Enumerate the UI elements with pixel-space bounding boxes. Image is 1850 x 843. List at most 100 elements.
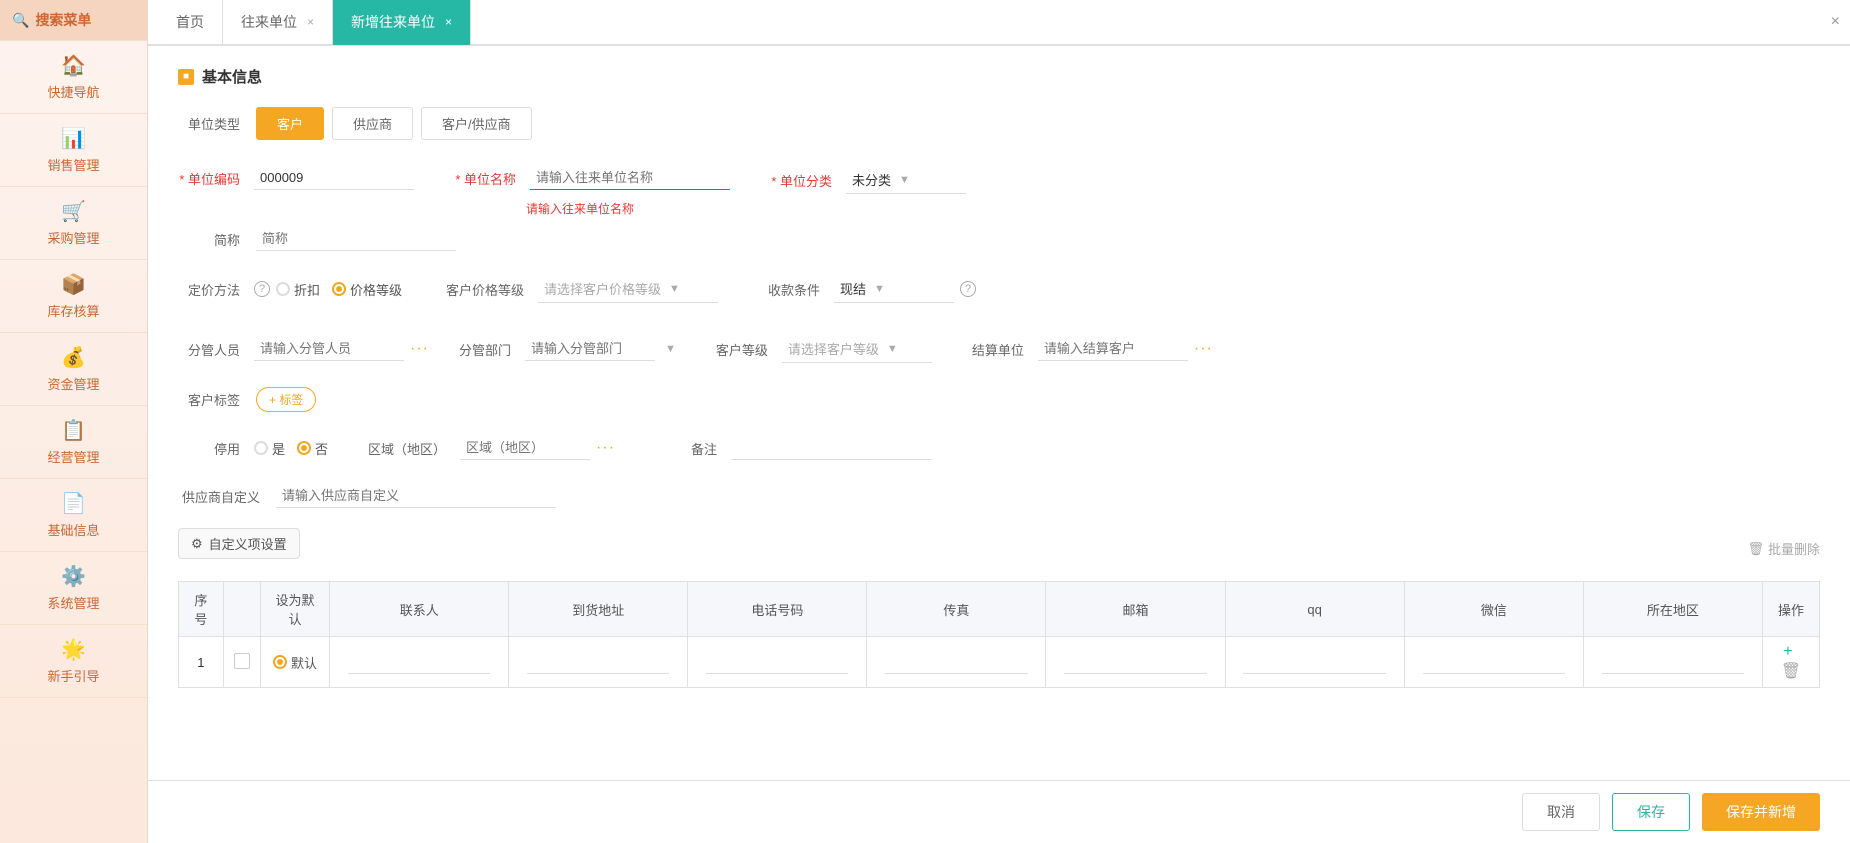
section-title: ■ 基本信息 xyxy=(178,66,1820,87)
sidebar-item-label: 搜索菜单 xyxy=(35,10,91,30)
col-default: 设为默认 xyxy=(260,582,329,637)
cell-action: + 🗑 xyxy=(1762,637,1819,688)
chevron-down-icon: ▼ xyxy=(874,283,885,295)
radio-price-level[interactable]: 价格等级 xyxy=(332,280,402,299)
close-tab-partners[interactable]: × xyxy=(307,15,314,29)
sidebar-item-system[interactable]: ⚙️ 系统管理 xyxy=(0,552,147,625)
sidebar-item-label: 新手引导 xyxy=(47,666,99,685)
doc-icon: 📄 xyxy=(61,491,86,516)
dept-chevron-icon: ▼ xyxy=(665,343,676,355)
tab-label: 往来单位 xyxy=(241,12,297,32)
short-name-row: 简称 xyxy=(178,227,1820,251)
short-name-label: 简称 xyxy=(178,230,248,249)
customer-level-select[interactable]: 请选择客户等级 ▼ xyxy=(782,335,932,363)
star-icon: 🌟 xyxy=(61,637,86,662)
save-new-button[interactable]: 保存并新增 xyxy=(1702,793,1820,831)
radio-price-level-circle xyxy=(332,282,346,296)
cell-fax[interactable] xyxy=(867,637,1046,688)
sidebar-item-label: 资金管理 xyxy=(47,374,99,393)
dept-label: 分管部门 xyxy=(459,340,519,359)
box-icon: 📦 xyxy=(61,272,86,297)
settlement-more-btn[interactable]: ··· xyxy=(1194,340,1213,358)
save-button[interactable]: 保存 xyxy=(1612,793,1690,831)
close-tab-new-partner[interactable]: × xyxy=(445,15,452,29)
cell-region[interactable] xyxy=(1583,637,1762,688)
add-tag-btn[interactable]: + 标签 xyxy=(256,387,316,412)
cell-wechat[interactable] xyxy=(1404,637,1583,688)
delete-row-btn[interactable]: 🗑 xyxy=(1781,663,1801,680)
col-contact: 联系人 xyxy=(330,582,509,637)
type-supplier-btn[interactable]: 供应商 xyxy=(332,107,413,140)
tab-home[interactable]: 首页 xyxy=(158,0,223,45)
radio-discount[interactable]: 折扣 xyxy=(276,280,320,299)
customer-price-level-select[interactable]: 请选择客户价格等级 ▼ xyxy=(538,275,718,303)
payment-help-icon[interactable]: ? xyxy=(960,281,976,297)
bottom-bar: 取消 保存 保存并新增 xyxy=(148,780,1850,843)
radio-yes[interactable]: 是 xyxy=(254,439,285,458)
manager-more-btn[interactable]: ··· xyxy=(410,340,429,358)
unit-code-input[interactable] xyxy=(254,166,414,190)
home-icon: 🏠 xyxy=(61,53,86,78)
sidebar-item-search[interactable]: 🔍 搜索菜单 xyxy=(0,0,147,41)
dept-input[interactable] xyxy=(525,337,655,361)
unit-code-field: * 单位编码 xyxy=(178,158,414,198)
settlement-input[interactable] xyxy=(1038,337,1188,361)
tab-bar: 首页 往来单位 × 新增往来单位 × × xyxy=(148,0,1850,46)
cell-contact[interactable] xyxy=(330,637,509,688)
sidebar-item-purchase[interactable]: 🛒 采购管理 xyxy=(0,187,147,260)
sidebar-item-guide[interactable]: 🌟 新手引导 xyxy=(0,625,147,698)
type-both-btn[interactable]: 客户/供应商 xyxy=(421,107,532,140)
supplier-custom-input[interactable] xyxy=(276,484,556,508)
sidebar-item-finance[interactable]: 💰 资金管理 xyxy=(0,333,147,406)
tab-partners[interactable]: 往来单位 × xyxy=(223,0,333,45)
chevron-down-icon: ▼ xyxy=(887,343,898,355)
sidebar-item-label: 采购管理 xyxy=(47,228,99,247)
type-customer-btn[interactable]: 客户 xyxy=(256,107,324,140)
radio-yes-label: 是 xyxy=(272,439,285,458)
region-more-btn[interactable]: ··· xyxy=(596,439,615,457)
customer-level-label: 客户等级 xyxy=(706,340,776,359)
sidebar-item-basic-info[interactable]: 📄 基础信息 xyxy=(0,479,147,552)
cancel-button[interactable]: 取消 xyxy=(1522,793,1600,831)
region-input[interactable] xyxy=(460,436,590,460)
sidebar-item-quick-nav[interactable]: 🏠 快捷导航 xyxy=(0,41,147,114)
close-all-tabs[interactable]: × xyxy=(1831,13,1840,31)
radio-no-label: 否 xyxy=(315,439,328,458)
payment-terms-select[interactable]: 现结 ▼ xyxy=(834,275,954,303)
batch-delete-area: 🗑 批量删除 xyxy=(1747,539,1820,558)
customer-price-level-placeholder: 请选择客户价格等级 xyxy=(544,279,661,298)
supplier-custom-label: 供应商自定义 xyxy=(178,487,268,506)
disable-label: 停用 xyxy=(178,439,248,458)
custom-settings-btn[interactable]: ⚙ 自定义项设置 xyxy=(178,528,300,559)
trash-icon: 🗑 xyxy=(1747,541,1764,557)
col-checkbox xyxy=(223,582,260,637)
short-name-input[interactable] xyxy=(256,227,456,251)
tags-label: 客户标签 xyxy=(178,390,248,409)
col-action: 操作 xyxy=(1762,582,1819,637)
table-row: 1 默认 xyxy=(179,637,1820,688)
tab-new-partner[interactable]: 新增往来单位 × xyxy=(333,0,471,45)
radio-no[interactable]: 否 xyxy=(297,439,328,458)
add-row-btn[interactable]: + xyxy=(1783,643,1792,660)
remark-input[interactable] xyxy=(731,436,931,460)
pricing-label: 定价方法 xyxy=(178,280,248,299)
sidebar-item-label: 销售管理 xyxy=(47,155,99,174)
sidebar-item-sales[interactable]: 📊 销售管理 xyxy=(0,114,147,187)
unit-category-select[interactable]: 未分类 ▼ xyxy=(846,166,966,194)
unit-name-input[interactable] xyxy=(530,166,730,190)
sidebar-item-inventory[interactable]: 📦 库存核算 xyxy=(0,260,147,333)
pricing-help-icon[interactable]: ? xyxy=(254,281,270,297)
cell-phone[interactable] xyxy=(688,637,867,688)
cell-email[interactable] xyxy=(1046,637,1225,688)
cell-checkbox[interactable] xyxy=(223,637,260,688)
customer-level-placeholder: 请选择客户等级 xyxy=(788,339,879,358)
cell-address[interactable] xyxy=(509,637,688,688)
cell-qq[interactable] xyxy=(1225,637,1404,688)
chevron-down-icon: ▼ xyxy=(899,174,910,186)
manager-row: 分管人员 ··· 分管部门 ▼ 客户等级 请选择客户等级 ▼ 结算单位 ··· xyxy=(178,327,1820,371)
cell-default[interactable]: 默认 xyxy=(260,637,329,688)
disable-row: 停用 是 否 区域（地区） ··· 备注 xyxy=(178,428,1820,468)
unit-name-error: 请输入往来单位名称 xyxy=(526,200,730,217)
manager-input[interactable] xyxy=(254,337,404,361)
sidebar-item-operations[interactable]: 📋 经营管理 xyxy=(0,406,147,479)
